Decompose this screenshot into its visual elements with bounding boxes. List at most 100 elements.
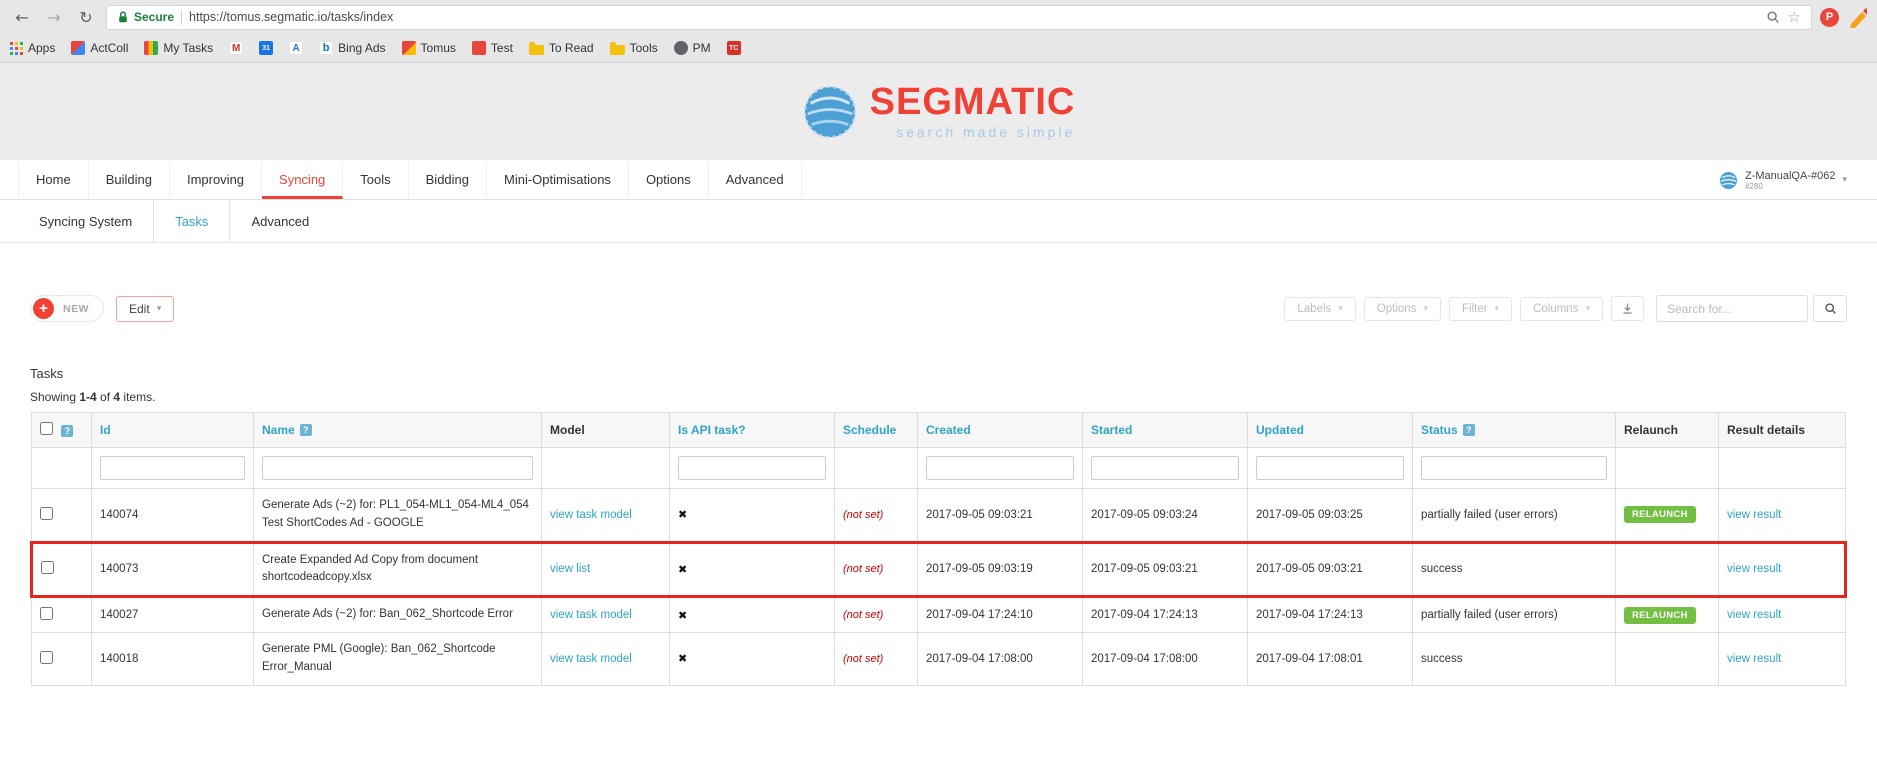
filter-dropdown[interactable]: Filter ▾ [1448,296,1513,321]
tomus-favicon [401,41,416,55]
row-checkbox[interactable] [41,561,54,575]
select-all-checkbox[interactable] [40,422,53,435]
refresh-icon[interactable]: ↻ [74,5,98,29]
new-button[interactable]: + NEW [30,295,104,322]
sort-status-link[interactable]: Status [1421,423,1458,437]
bookmark-gmail[interactable]: M [229,41,244,55]
secure-chip[interactable]: Secure [117,10,174,24]
view-result-link[interactable]: view result [1727,609,1781,621]
filter-input-id[interactable] [100,456,245,480]
row-checkbox[interactable] [40,506,53,520]
nav-item-advanced[interactable]: Advanced [709,160,802,199]
cell-started: 2017-09-05 09:03:21 [1082,540,1248,599]
view-task-model-link[interactable]: view task model [550,609,632,621]
bookmark-tomus[interactable]: Tomus [401,41,456,55]
url-text[interactable]: https://tomus.segmatic.io/tasks/index [189,10,1759,24]
filter-input-api[interactable] [678,456,826,480]
help-icon[interactable]: ? [1462,424,1475,436]
filter-cell-relaunch [1615,447,1719,489]
filter-input-name[interactable] [262,456,533,480]
bookmark-apps[interactable]: Apps [10,41,55,55]
view-result-link[interactable]: view result [1727,653,1781,665]
labels-dropdown[interactable]: Labels ▾ [1284,296,1356,321]
bookmark-tc[interactable]: TC [726,41,741,55]
nav-item-improving[interactable]: Improving [170,160,263,199]
nav-item-options[interactable]: Options [629,160,709,199]
view-result-link[interactable]: view result [1727,563,1781,575]
help-icon[interactable]: ? [61,425,74,437]
bookmark-label: Apps [28,41,56,55]
filter-input-updated[interactable] [1256,456,1404,480]
filter-cell-status [1412,447,1616,489]
view-task-model-link[interactable]: view task model [550,653,632,665]
nav-item-tools[interactable]: Tools [343,160,409,199]
zoom-icon[interactable] [1766,10,1780,24]
search-input[interactable] [1656,295,1808,322]
sort-created-link[interactable]: Created [926,423,971,437]
globe-icon [803,85,856,138]
view-list-link[interactable]: view list [550,563,590,575]
bookmark-test[interactable]: Test [471,41,513,55]
segmatic-logo[interactable]: SEGMATIC search made simple [802,83,1076,140]
extension-p-icon[interactable]: P [1820,7,1839,27]
nav-item-mini-optimisations[interactable]: Mini-Optimisations [487,160,629,199]
tasks-table: ? Id Name? Model Is API task? Schedule C… [30,412,1847,686]
bookmark-analytics[interactable]: A [289,41,304,55]
bookmark-label: To Read [548,41,594,55]
help-icon[interactable]: ? [299,424,312,436]
folder-icon [528,41,544,55]
header-name: Name? [253,412,542,448]
forward-icon[interactable]: → [42,5,66,29]
bookmark-label: PM [692,41,711,55]
new-button-label: NEW [63,302,89,315]
bookmark-pm[interactable]: PM [673,41,711,55]
filter-input-started[interactable] [1091,456,1239,480]
address-bar[interactable]: Secure https://tomus.segmatic.io/tasks/i… [106,4,1812,30]
view-task-model-link[interactable]: view task model [550,509,632,521]
bookmark-to-read[interactable]: To Read [528,41,594,55]
nav-item-syncing[interactable]: Syncing [262,160,344,199]
row-checkbox[interactable] [40,650,53,664]
chevron-down-icon: ▾ [1842,175,1847,185]
search-button[interactable] [1813,295,1847,322]
bookmark-my-tasks[interactable]: My Tasks [144,41,213,55]
row-checkbox[interactable] [40,607,53,621]
user-menu[interactable]: Z-ManualQA-#062 #280 ▾ [1719,160,1847,200]
pencil-extension-icon[interactable] [1847,6,1867,28]
subnav-item-syncing-system[interactable]: Syncing System [18,200,153,242]
nav-item-home[interactable]: Home [18,160,89,199]
bookmark-actcoll[interactable]: ActColl [71,41,128,55]
cell-created: 2017-09-04 17:08:00 [917,632,1083,686]
view-result-link[interactable]: view result [1727,509,1781,521]
relaunch-button[interactable]: RELAUNCH [1624,506,1696,524]
cell-relaunch-empty [1615,632,1719,686]
nav-item-building[interactable]: Building [89,160,170,199]
subnav-item-tasks[interactable]: Tasks [153,200,231,242]
relaunch-button[interactable]: RELAUNCH [1624,606,1696,624]
header-created: Created [917,412,1083,448]
bookmark-bing-ads[interactable]: b Bing Ads [319,41,386,55]
edit-button[interactable]: Edit ▾ [116,295,175,322]
back-icon[interactable]: ← [10,5,34,29]
browser-toolbar: ← → ↻ Secure https://tomus.segmatic.io/t… [0,0,1877,34]
sort-updated-link[interactable]: Updated [1256,423,1304,437]
subnav-item-advanced[interactable]: Advanced [230,200,330,242]
site-header: SEGMATIC search made simple [0,63,1877,160]
sort-id-link[interactable]: Id [100,423,111,437]
sort-started-link[interactable]: Started [1091,423,1132,437]
filter-input-status[interactable] [1421,456,1607,480]
cell-updated: 2017-09-05 09:03:21 [1247,540,1413,599]
bookmark-calendar[interactable]: 31 [259,41,274,55]
header-schedule: Schedule [834,412,918,448]
download-button[interactable] [1611,296,1644,321]
filter-input-created[interactable] [926,456,1074,480]
bookmark-tools[interactable]: Tools [609,41,658,55]
options-dropdown[interactable]: Options ▾ [1363,296,1441,321]
nav-item-bidding[interactable]: Bidding [409,160,488,199]
columns-dropdown[interactable]: Columns ▾ [1520,296,1603,321]
sort-api-link[interactable]: Is API task? [678,423,746,437]
sort-schedule-link[interactable]: Schedule [843,423,896,437]
sort-name-link[interactable]: Name [262,423,295,437]
bookmark-star-icon[interactable]: ☆ [1788,8,1801,26]
analytics-favicon: A [289,41,304,55]
